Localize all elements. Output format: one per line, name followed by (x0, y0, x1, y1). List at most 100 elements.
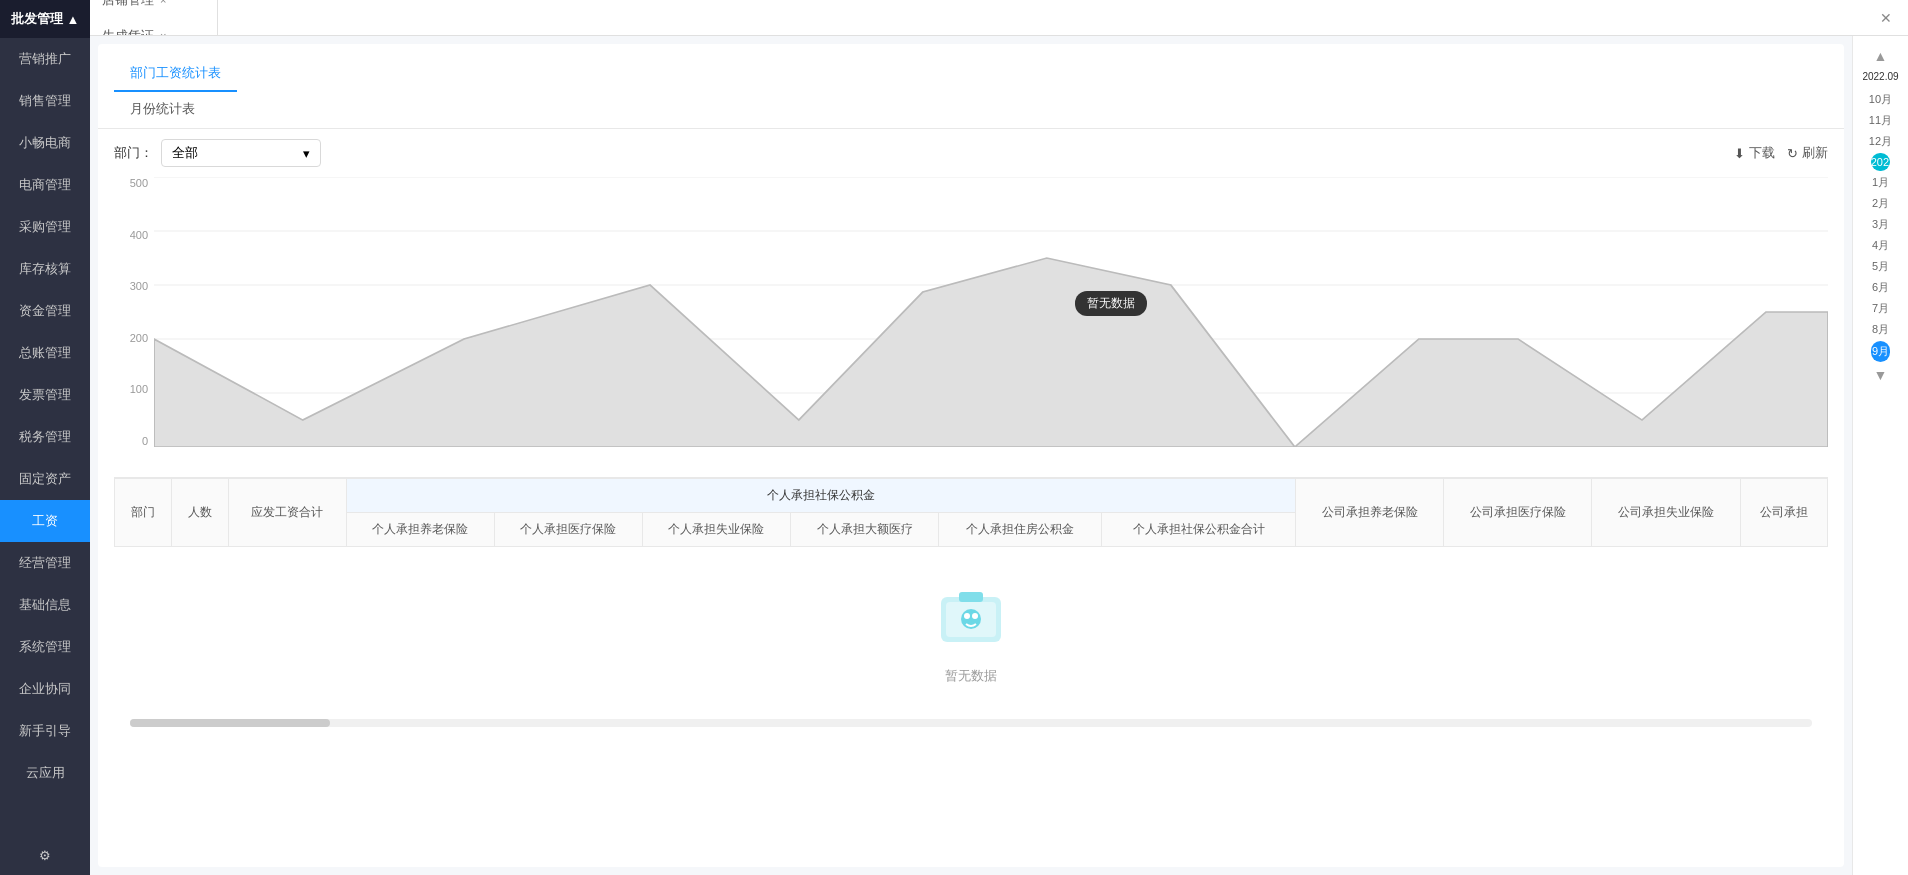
chart-container: 500 400 300 200 100 0 (114, 177, 1828, 477)
tab-生成凭证[interactable]: 生成凭证× (90, 18, 218, 37)
sidebar-item-资金管理[interactable]: 资金管理 (0, 290, 90, 332)
timeline-month-11月[interactable]: 11月 (1868, 110, 1892, 131)
timeline-month-10月[interactable]: 10月 (1868, 89, 1892, 110)
refresh-label: 刷新 (1802, 144, 1828, 162)
y-label-0: 0 (142, 435, 148, 447)
sidebar-title: 批发管理 (11, 10, 63, 28)
col-company-other: 公司承担 (1740, 479, 1827, 547)
timeline-month-2月[interactable]: 2月 (1868, 193, 1892, 214)
data-table: 部门 人数 应发工资合计 个人承担社保公积金 公司承担养老保险 公司承担医疗保险… (114, 478, 1828, 547)
y-label-400: 400 (130, 229, 148, 241)
chevron-down-icon: ▾ (303, 146, 310, 161)
toolbar-left: 部门： 全部 ▾ (114, 139, 321, 167)
y-label-300: 300 (130, 280, 148, 292)
col-company-pension: 公司承担养老保险 (1296, 479, 1444, 547)
timeline-month-5月[interactable]: 5月 (1868, 256, 1892, 277)
refresh-icon: ↻ (1787, 146, 1798, 161)
chart-y-axis: 500 400 300 200 100 0 (114, 177, 154, 447)
col-personal-unemployment: 个人承担失业保险 (642, 513, 790, 547)
sidebar-item-云应用[interactable]: 云应用 (0, 752, 90, 794)
sidebar-item-采购管理[interactable]: 采购管理 (0, 206, 90, 248)
col-group-personal-social: 个人承担社保公积金 (346, 479, 1296, 513)
tab-label: 店铺管理 (102, 0, 154, 9)
y-label-500: 500 (130, 177, 148, 189)
col-company-medical: 公司承担医疗保险 (1444, 479, 1592, 547)
sidebar-item-营销推广[interactable]: 营销推广 (0, 38, 90, 80)
sidebar-toggle-icon: ▲ (67, 12, 80, 27)
sidebar-item-固定资产[interactable]: 固定资产 (0, 458, 90, 500)
sidebar-item-经营管理[interactable]: 经营管理 (0, 542, 90, 584)
dept-value: 全部 (172, 144, 198, 162)
sidebar-item-系统管理[interactable]: 系统管理 (0, 626, 90, 668)
sidebar-item-工资[interactable]: 工资 (0, 500, 90, 542)
chart-area: 500 400 300 200 100 0 (98, 177, 1844, 867)
main-area: 首页门店商品目录×销售单×店铺管理×生成凭证×应收应付调整单×工资表×工资统计报… (90, 0, 1908, 875)
table-wrapper: 部门 人数 应发工资合计 个人承担社保公积金 公司承担养老保险 公司承担医疗保险… (114, 477, 1828, 715)
timeline-month-7月[interactable]: 7月 (1868, 298, 1892, 319)
sidebar: 批发管理 ▲ 营销推广销售管理小畅电商电商管理采购管理库存核算资金管理总账管理发… (0, 0, 90, 875)
empty-icon (931, 577, 1011, 657)
sidebar-item-销售管理[interactable]: 销售管理 (0, 80, 90, 122)
timeline-up-arrow[interactable]: ▲ (1874, 44, 1888, 68)
svg-point-10 (972, 613, 978, 619)
sidebar-item-发票管理[interactable]: 发票管理 (0, 374, 90, 416)
sidebar-item-库存核算[interactable]: 库存核算 (0, 248, 90, 290)
sub-tabs: 部门工资统计表月份统计表 (98, 44, 1844, 129)
chart-polygon (154, 258, 1828, 447)
col-total-wage: 应发工资合计 (228, 479, 346, 547)
empty-state: 暂无数据 (114, 547, 1828, 715)
col-dept: 部门 (115, 479, 172, 547)
tab-label: 生成凭证 (102, 27, 154, 37)
sidebar-item-基础信息[interactable]: 基础信息 (0, 584, 90, 626)
col-personal-major-medical: 个人承担大额医疗 (791, 513, 939, 547)
close-all-button[interactable]: ✕ (1872, 4, 1900, 32)
sidebar-item-小畅电商[interactable]: 小畅电商 (0, 122, 90, 164)
col-company-unemployment: 公司承担失业保险 (1592, 479, 1740, 547)
timeline-year-2022[interactable]: 2022 (1871, 153, 1891, 171)
table-scroll-bar[interactable] (130, 719, 1812, 727)
sidebar-item-总账管理[interactable]: 总账管理 (0, 332, 90, 374)
download-button[interactable]: ⬇ 下载 (1734, 144, 1775, 162)
col-personal-housing: 个人承担住房公积金 (939, 513, 1102, 547)
table-scroll-thumb (130, 719, 330, 727)
timeline-year-label[interactable]: 2022.09 (1853, 68, 1908, 85)
timeline-month-12月[interactable]: 12月 (1868, 131, 1892, 152)
col-headcount: 人数 (171, 479, 228, 547)
sidebar-item-企业协同[interactable]: 企业协同 (0, 668, 90, 710)
dept-label: 部门： (114, 144, 153, 162)
timeline-panel: ▲ 2022.09 10月11月12月20221月2月3月4月5月6月7月8月9… (1852, 36, 1908, 875)
sidebar-header[interactable]: 批发管理 ▲ (0, 0, 90, 38)
page-area: 部门工资统计表月份统计表 部门： 全部 ▾ ⬇ 下载 (98, 44, 1844, 867)
sidebar-footer-settings[interactable]: ⚙ (0, 836, 90, 875)
sub-tab-月份统计表[interactable]: 月份统计表 (114, 92, 237, 128)
timeline-month-6月[interactable]: 6月 (1868, 277, 1892, 298)
sub-tab-部门工资统计表[interactable]: 部门工资统计表 (114, 56, 237, 92)
sidebar-item-税务管理[interactable]: 税务管理 (0, 416, 90, 458)
svg-point-9 (964, 613, 970, 619)
timeline-month-8月[interactable]: 8月 (1868, 319, 1892, 340)
tab-close-icon[interactable]: × (160, 0, 166, 6)
empty-text: 暂无数据 (945, 667, 997, 685)
content-area: 部门工资统计表月份统计表 部门： 全部 ▾ ⬇ 下载 (90, 36, 1908, 875)
dept-select[interactable]: 全部 ▾ (161, 139, 321, 167)
timeline-month-4月[interactable]: 4月 (1868, 235, 1892, 256)
col-personal-total: 个人承担社保公积金合计 (1102, 513, 1296, 547)
toolbar-right: ⬇ 下载 ↻ 刷新 (1734, 144, 1828, 162)
y-label-200: 200 (130, 332, 148, 344)
download-icon: ⬇ (1734, 146, 1745, 161)
y-label-100: 100 (130, 383, 148, 395)
timeline-month-3月[interactable]: 3月 (1868, 214, 1892, 235)
tab-bar: 首页门店商品目录×销售单×店铺管理×生成凭证×应收应付调整单×工资表×工资统计报… (90, 0, 1908, 36)
refresh-button[interactable]: ↻ 刷新 (1787, 144, 1828, 162)
timeline-down-arrow[interactable]: ▼ (1874, 363, 1888, 387)
sidebar-item-电商管理[interactable]: 电商管理 (0, 164, 90, 206)
col-personal-pension: 个人承担养老保险 (346, 513, 494, 547)
col-personal-medical: 个人承担医疗保险 (494, 513, 642, 547)
timeline-month-1月[interactable]: 1月 (1868, 172, 1892, 193)
tab-bar-end: ✕ (1864, 4, 1908, 32)
sidebar-item-新手引导[interactable]: 新手引导 (0, 710, 90, 752)
toolbar: 部门： 全部 ▾ ⬇ 下载 ↻ 刷新 (98, 129, 1844, 177)
timeline-month-9月[interactable]: 9月 (1871, 341, 1891, 362)
chart-svg-area: 暂无数据 (154, 177, 1828, 477)
tab-店铺管理[interactable]: 店铺管理 × (90, 0, 218, 18)
